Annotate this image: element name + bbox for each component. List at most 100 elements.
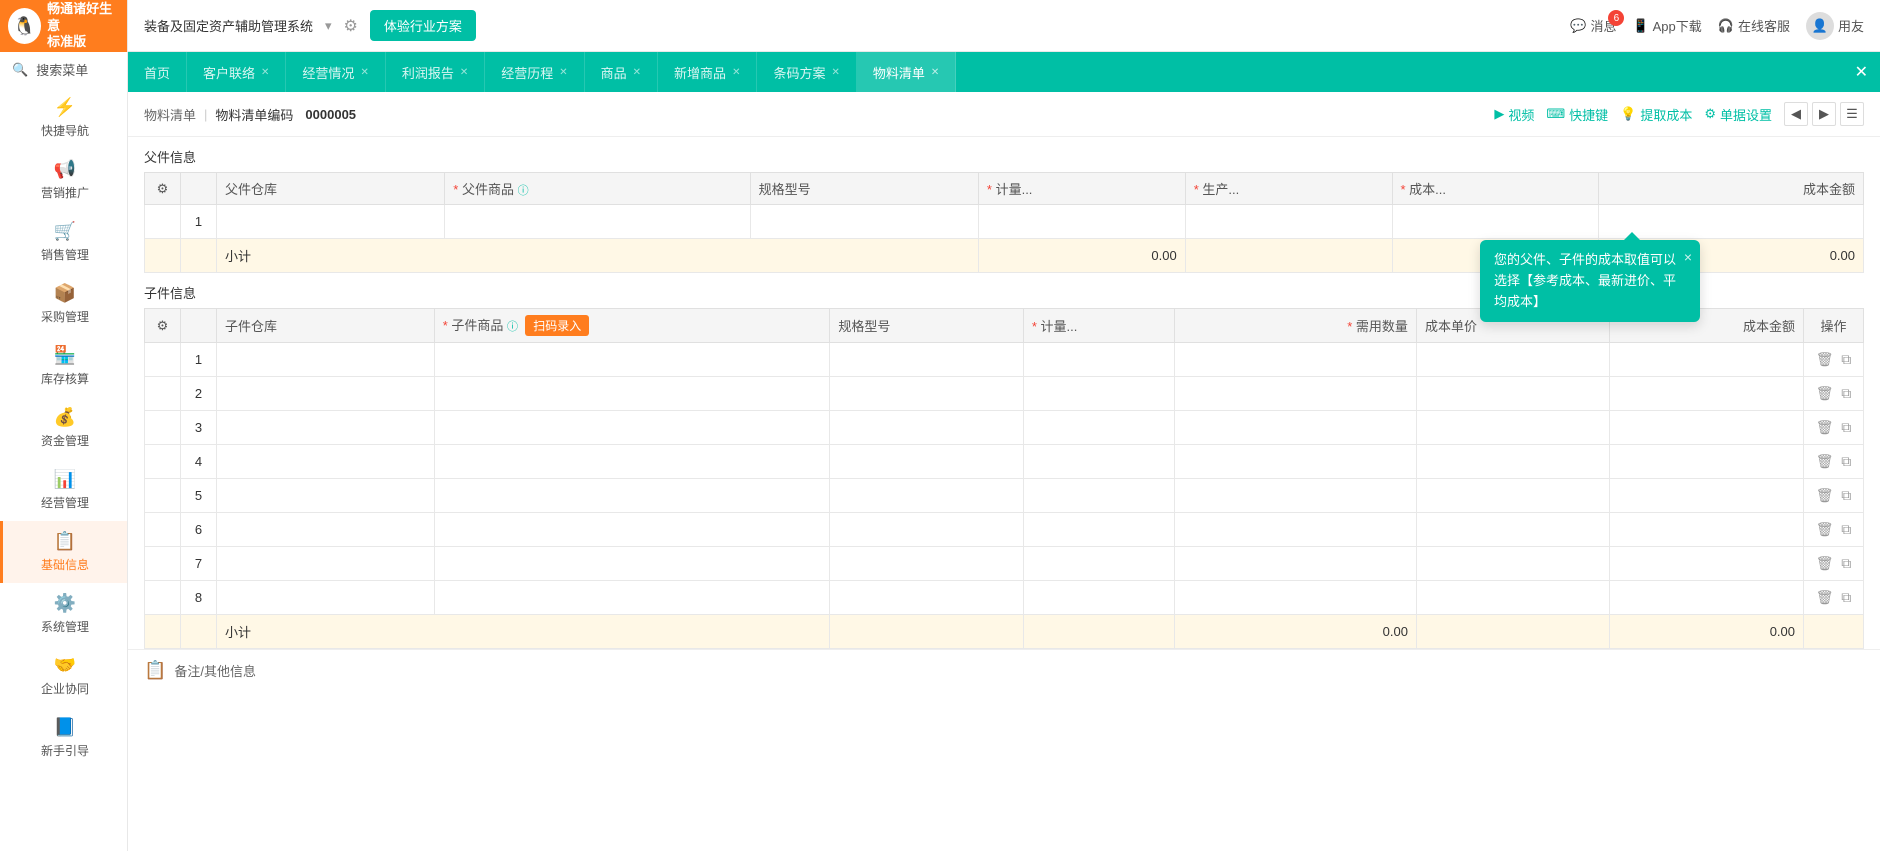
child-unit-3[interactable] (1023, 411, 1174, 445)
child-cost-price-6[interactable] (1416, 513, 1610, 547)
child-spec-6[interactable] (830, 513, 1024, 547)
child-spec-1[interactable] (830, 343, 1024, 377)
sidebar-item-guide[interactable]: 📘 新手引导 (0, 707, 127, 769)
child-warehouse-4[interactable] (217, 445, 435, 479)
child-warehouse-8[interactable] (217, 581, 435, 615)
parent-warehouse-1[interactable] (217, 205, 445, 239)
delete-icon-4[interactable]: 🗑 (1816, 453, 1834, 469)
sidebar-item-inventory[interactable]: 🏪 库存核算 (0, 335, 127, 397)
child-product-4[interactable] (434, 445, 830, 479)
child-warehouse-5[interactable] (217, 479, 435, 513)
child-product-6[interactable] (434, 513, 830, 547)
child-unit-6[interactable] (1023, 513, 1174, 547)
child-product-2[interactable] (434, 377, 830, 411)
copy-icon-8[interactable]: ⧉ (1841, 589, 1851, 605)
tab-close-history[interactable]: ✕ (559, 67, 567, 78)
tab-close-bom[interactable]: ✕ (931, 67, 939, 78)
child-product-8[interactable] (434, 581, 830, 615)
child-unit-8[interactable] (1023, 581, 1174, 615)
online-service-btn[interactable]: 🎧 在线客服 (1718, 16, 1790, 35)
copy-icon-5[interactable]: ⧉ (1841, 487, 1851, 503)
copy-icon-4[interactable]: ⧉ (1841, 453, 1851, 469)
child-quantity-7[interactable] (1175, 547, 1417, 581)
message-btn[interactable]: 💬 消息 6 (1570, 16, 1616, 35)
parent-unit-1[interactable] (978, 205, 1185, 239)
child-warehouse-3[interactable] (217, 411, 435, 445)
tabbar-close-btn[interactable]: ✕ (1843, 62, 1880, 82)
child-spec-7[interactable] (830, 547, 1024, 581)
delete-icon-2[interactable]: 🗑 (1816, 385, 1834, 401)
child-cost-price-2[interactable] (1416, 377, 1610, 411)
child-unit-4[interactable] (1023, 445, 1174, 479)
child-cost-price-3[interactable] (1416, 411, 1610, 445)
child-product-3[interactable] (434, 411, 830, 445)
child-quantity-4[interactable] (1175, 445, 1417, 479)
tab-close-new-product[interactable]: ✕ (732, 67, 740, 78)
copy-icon-3[interactable]: ⧉ (1841, 419, 1851, 435)
child-unit-7[interactable] (1023, 547, 1174, 581)
tab-history[interactable]: 经营历程 ✕ (485, 52, 584, 92)
delete-icon-6[interactable]: 🗑 (1816, 521, 1834, 537)
tab-profit[interactable]: 利润报告 ✕ (386, 52, 485, 92)
topbar-gear-icon[interactable]: ⚙ (344, 16, 358, 36)
delete-icon-5[interactable]: 🗑 (1816, 487, 1834, 503)
sidebar-item-operations[interactable]: 📊 经营管理 (0, 459, 127, 521)
child-quantity-2[interactable] (1175, 377, 1417, 411)
user-avatar[interactable]: 👤 用友 (1806, 12, 1864, 40)
sidebar-item-quick-nav[interactable]: ⚡ 快捷导航 (0, 87, 127, 149)
delete-icon-3[interactable]: 🗑 (1816, 419, 1834, 435)
parent-col-settings[interactable]: ⚙ (145, 173, 181, 205)
child-warehouse-7[interactable] (217, 547, 435, 581)
copy-icon-6[interactable]: ⧉ (1841, 521, 1851, 537)
child-product-5[interactable] (434, 479, 830, 513)
tab-products[interactable]: 商品 ✕ (585, 52, 658, 92)
scan-btn[interactable]: 扫码录入 (525, 315, 589, 336)
child-quantity-5[interactable] (1175, 479, 1417, 513)
tab-close-operations[interactable]: ✕ (360, 67, 368, 78)
tab-operations[interactable]: 经营情况 ✕ (286, 52, 385, 92)
delete-icon-1[interactable]: 🗑 (1816, 351, 1834, 367)
child-spec-8[interactable] (830, 581, 1024, 615)
sidebar-item-search[interactable]: 🔍 搜索菜单 (0, 52, 127, 87)
sidebar-item-marketing[interactable]: 📢 营销推广 (0, 149, 127, 211)
child-col-settings[interactable]: ⚙ (145, 309, 181, 343)
prev-btn[interactable]: ◀ (1784, 102, 1808, 126)
tooltip-close-btn[interactable]: × (1684, 246, 1692, 268)
child-unit-1[interactable] (1023, 343, 1174, 377)
child-warehouse-2[interactable] (217, 377, 435, 411)
copy-icon-1[interactable]: ⧉ (1841, 351, 1851, 367)
child-spec-5[interactable] (830, 479, 1024, 513)
child-cost-price-1[interactable] (1416, 343, 1610, 377)
parent-produce-1[interactable] (1185, 205, 1392, 239)
tab-barcode[interactable]: 条码方案 ✕ (757, 52, 856, 92)
child-warehouse-6[interactable] (217, 513, 435, 547)
child-unit-2[interactable] (1023, 377, 1174, 411)
extract-cost-btn[interactable]: 💡 提取成本 (1620, 105, 1692, 124)
sidebar-item-finance[interactable]: 💰 资金管理 (0, 397, 127, 459)
trial-btn[interactable]: 体验行业方案 (370, 10, 476, 41)
tab-new-product[interactable]: 新增商品 ✕ (658, 52, 757, 92)
child-warehouse-1[interactable] (217, 343, 435, 377)
tab-bom[interactable]: 物料清单 ✕ (857, 52, 956, 92)
app-download-btn[interactable]: 📱 App下载 (1632, 16, 1701, 35)
child-spec-3[interactable] (830, 411, 1024, 445)
video-btn[interactable]: ▶ 视频 (1494, 105, 1534, 124)
child-unit-5[interactable] (1023, 479, 1174, 513)
child-spec-2[interactable] (830, 377, 1024, 411)
delete-icon-7[interactable]: 🗑 (1816, 555, 1834, 571)
sidebar-item-system[interactable]: ⚙️ 系统管理 (0, 583, 127, 645)
copy-icon-7[interactable]: ⧉ (1841, 555, 1851, 571)
child-quantity-8[interactable] (1175, 581, 1417, 615)
child-quantity-6[interactable] (1175, 513, 1417, 547)
parent-product-1[interactable] (445, 205, 750, 239)
parent-cost-1[interactable] (1392, 205, 1599, 239)
child-cost-price-8[interactable] (1416, 581, 1610, 615)
sidebar-item-sales[interactable]: 🛒 销售管理 (0, 211, 127, 273)
child-cost-price-5[interactable] (1416, 479, 1610, 513)
child-product-7[interactable] (434, 547, 830, 581)
copy-icon-2[interactable]: ⧉ (1841, 385, 1851, 401)
breadcrumb[interactable]: 物料清单 (144, 105, 196, 124)
sidebar-item-purchase[interactable]: 📦 采购管理 (0, 273, 127, 335)
sidebar-item-cooperation[interactable]: 🤝 企业协同 (0, 645, 127, 707)
shortcuts-btn[interactable]: ⌨ 快捷键 (1546, 105, 1608, 124)
